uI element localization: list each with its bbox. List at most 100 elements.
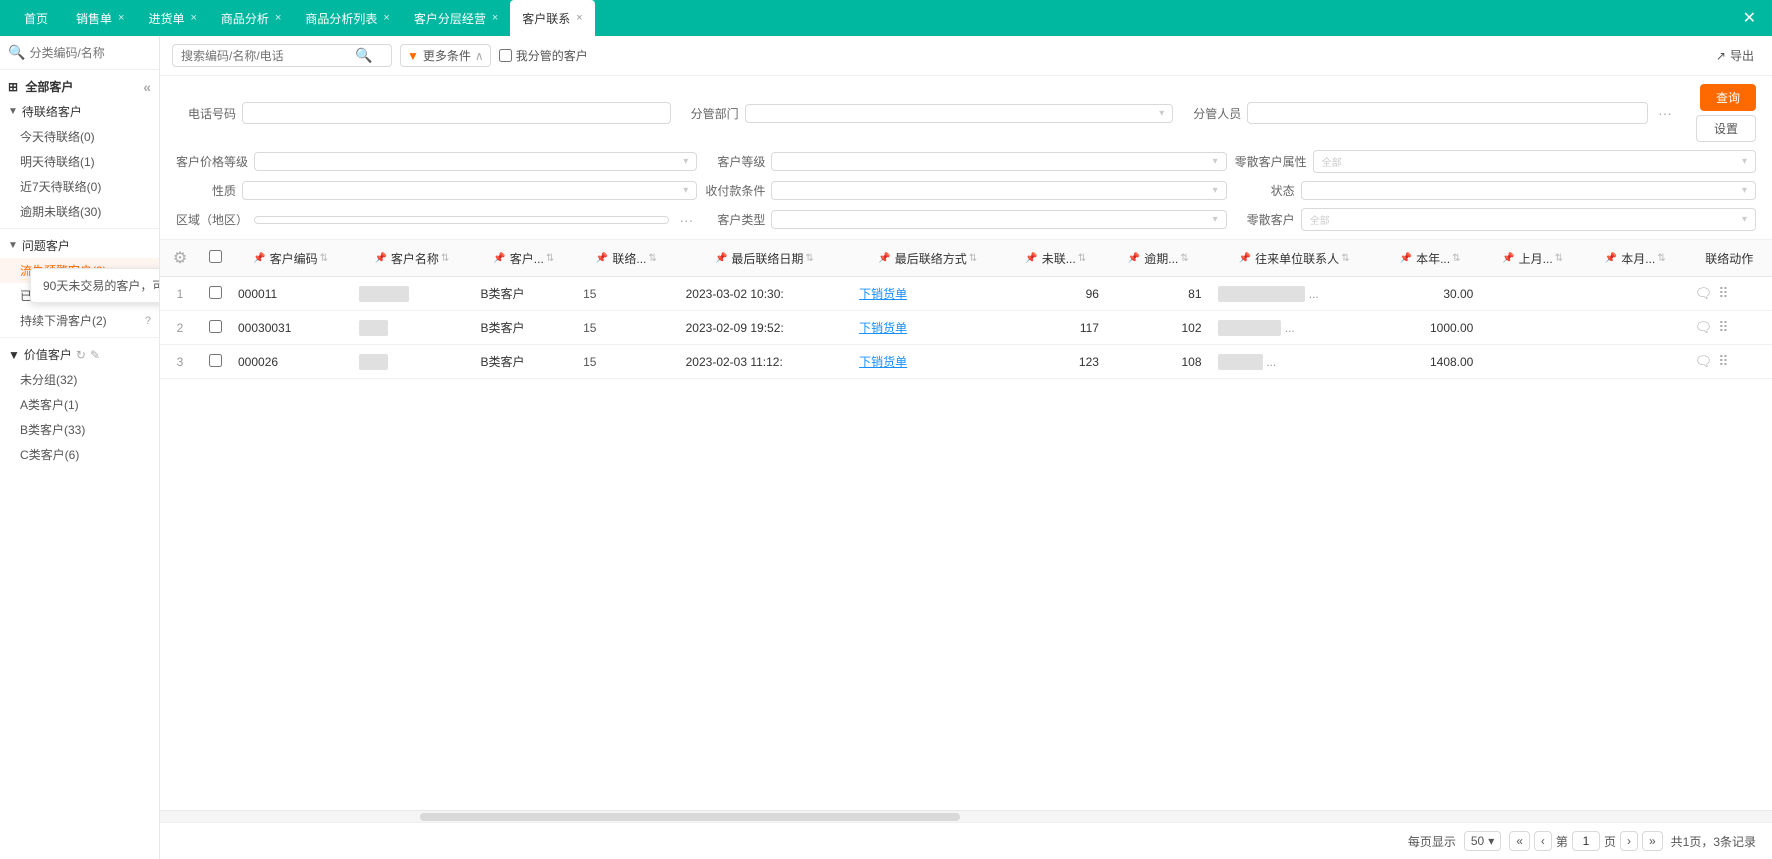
th-contact[interactable]: 📌 联络... ⇅ [575,240,678,277]
my-customers-checkbox-wrap[interactable]: 我分管的客户 [499,47,588,64]
adv-field-payment: 收付款条件 ▾ [705,181,1226,200]
th-overdue[interactable]: 📌 逾期... ⇅ [1107,240,1210,277]
tab-customer-contact-close[interactable]: × [576,12,582,24]
search-button-icon[interactable]: 🔍 [355,47,372,64]
value-edit-icon[interactable]: ✎ [90,348,100,362]
adv-region-dots[interactable]: ··· [675,212,697,228]
action-more-icon-1[interactable]: ⠿ [1718,285,1728,302]
action-more-icon-3[interactable]: ⠿ [1718,353,1728,370]
tab-analysis-close[interactable]: × [275,12,281,24]
value-reload-icon[interactable]: ↻ [76,348,86,362]
adv-label-nature: 性质 [176,182,236,199]
th-last-month[interactable]: 📌 上月... ⇅ [1481,240,1584,277]
sidebar-collapse-icon[interactable]: « [143,79,151,95]
th-name[interactable]: 📌 客户名称 ⇅ [351,240,472,277]
sidebar-search-area: 🔍 [0,36,159,70]
tab-sales[interactable]: 销售单 × [64,0,136,36]
adv-select-dept[interactable]: ▾ [745,104,1174,123]
adv-select-cust-level[interactable]: ▾ [771,152,1226,171]
first-page-button[interactable]: « [1509,831,1530,851]
main-layout: 🔍 ⊞ 全部客户 « ▼ 待联络客户 今天待联络(0) [0,36,1772,859]
tab-sales-label: 销售单 [76,10,112,27]
adv-input-phone[interactable] [242,102,671,124]
th-contact2[interactable]: 📌 往来单位联系人 ⇅ [1210,240,1379,277]
per-page-select[interactable]: 50 ▾ [1464,831,1501,851]
tab-customer-layer-close[interactable]: × [492,12,498,24]
adv-select-status[interactable]: ▾ [1301,181,1756,200]
adv-select-nature[interactable]: ▾ [242,181,697,200]
prev-page-button[interactable]: ‹ [1534,831,1552,851]
table-settings-icon[interactable]: ⚙ [173,250,187,267]
sidebar-item-today[interactable]: 今天待联络(0) [0,124,159,149]
td-method-link-3[interactable]: 下销货单 [859,355,907,369]
horizontal-scrollbar[interactable] [160,810,1772,822]
sidebar-group-value-title[interactable]: ▼ 价值客户 ↻ ✎ [0,342,159,367]
sidebar-item-class-b[interactable]: B类客户(33) [0,417,159,442]
settings-button[interactable]: 设置 [1696,115,1756,142]
tab-customer-contact[interactable]: 客户联系 × [510,0,594,36]
adv-select-payment[interactable]: ▾ [771,181,1226,200]
sidebar-item-7days[interactable]: 近7天待联络(0) [0,174,159,199]
last-page-button[interactable]: » [1642,831,1663,851]
sidebar-search-input[interactable] [29,46,160,60]
sidebar-all-customers[interactable]: ⊞ 全部客户 « [0,70,159,99]
query-button[interactable]: 查询 [1700,84,1756,111]
row-checkbox-3[interactable] [209,354,222,367]
th-this-year[interactable]: 📌 本年... ⇅ [1379,240,1482,277]
action-chat-icon-2[interactable]: 🗨 [1694,319,1712,336]
tab-purchase[interactable]: 进货单 × [136,0,208,36]
adv-select-price-level[interactable]: ▾ [254,152,697,171]
td-method-link-1[interactable]: 下销货单 [859,287,907,301]
tab-analysis-list-close[interactable]: × [383,12,389,24]
th-settings[interactable]: ⚙ [160,240,200,277]
table-select-all-checkbox[interactable] [209,250,222,263]
tab-sales-close[interactable]: × [118,12,124,24]
current-page-input[interactable]: 1 [1572,831,1600,851]
scroll-thumb[interactable] [420,813,960,821]
sidebar-item-tomorrow[interactable]: 明天待联络(1) [0,149,159,174]
next-page-button[interactable]: › [1620,831,1638,851]
action-chat-icon-3[interactable]: 🗨 [1694,353,1712,370]
search-input[interactable] [181,49,351,63]
per-page-label: 每页显示 [1408,833,1456,850]
row-checkbox-2[interactable] [209,320,222,333]
td-overdue-2: 102 [1107,311,1210,345]
adv-select-scatter-attr[interactable]: 全部 ▾ [1313,150,1756,173]
window-close-button[interactable]: ✕ [1735,8,1764,28]
adv-select-scatter-cust[interactable]: 全部 ▾ [1301,208,1756,231]
sidebar-item-ungrouped[interactable]: 未分组(32) [0,367,159,392]
tab-analysis[interactable]: 商品分析 × [209,0,293,36]
adv-manager-dots[interactable]: ··· [1654,105,1676,121]
td-method-link-2[interactable]: 下销货单 [859,321,907,335]
adv-select-region[interactable] [254,216,669,224]
tab-customer-layer[interactable]: 客户分层经营 × [402,0,510,36]
adv-select-cust-type[interactable]: ▾ [771,210,1226,229]
sidebar-item-class-a[interactable]: A类客户(1) [0,392,159,417]
declining-help-icon[interactable]: ? [145,315,151,327]
th-type[interactable]: 📌 客户... ⇅ [473,240,576,277]
action-more-icon-2[interactable]: ⠿ [1718,319,1728,336]
th-no-contact[interactable]: 📌 未联... ⇅ [1004,240,1107,277]
sidebar-item-class-c[interactable]: C类客户(6) [0,442,159,467]
th-this-month[interactable]: 📌 本月... ⇅ [1584,240,1687,277]
td-no-contact-2: 117 [1004,311,1107,345]
my-customers-checkbox[interactable] [499,49,512,62]
more-filter-button[interactable]: ▼ 更多条件 ∧ [400,44,491,67]
th-code[interactable]: 📌 客户编码 ⇅ [230,240,351,277]
tab-analysis-list[interactable]: 商品分析列表 × [293,0,401,36]
sidebar-item-overdue[interactable]: 逾期未联络(30) [0,199,159,224]
adv-field-cust-level: 客户等级 ▾ [705,152,1226,171]
th-last-date[interactable]: 📌 最后联络日期 ⇅ [678,240,851,277]
tab-purchase-close[interactable]: × [190,12,196,24]
sidebar-item-declining[interactable]: 持续下滑客户(2) ? [0,308,159,333]
action-chat-icon-1[interactable]: 🗨 [1694,285,1712,302]
tab-home[interactable]: 首页 [8,0,64,36]
th-last-method[interactable]: 📌 最后联络方式 ⇅ [851,240,1004,277]
export-button[interactable]: ↗ 导出 [1710,45,1760,66]
sidebar-group-pending-title[interactable]: ▼ 待联络客户 [0,99,159,124]
adv-input-manager[interactable] [1247,102,1648,124]
adv-field-scatter-cust: 零散客户 全部 ▾ [1235,208,1756,231]
pin-icon-last-method: 📌 [878,253,890,264]
row-checkbox-1[interactable] [209,286,222,299]
sidebar-group-problem-title[interactable]: ▼ 问题客户 [0,233,159,258]
